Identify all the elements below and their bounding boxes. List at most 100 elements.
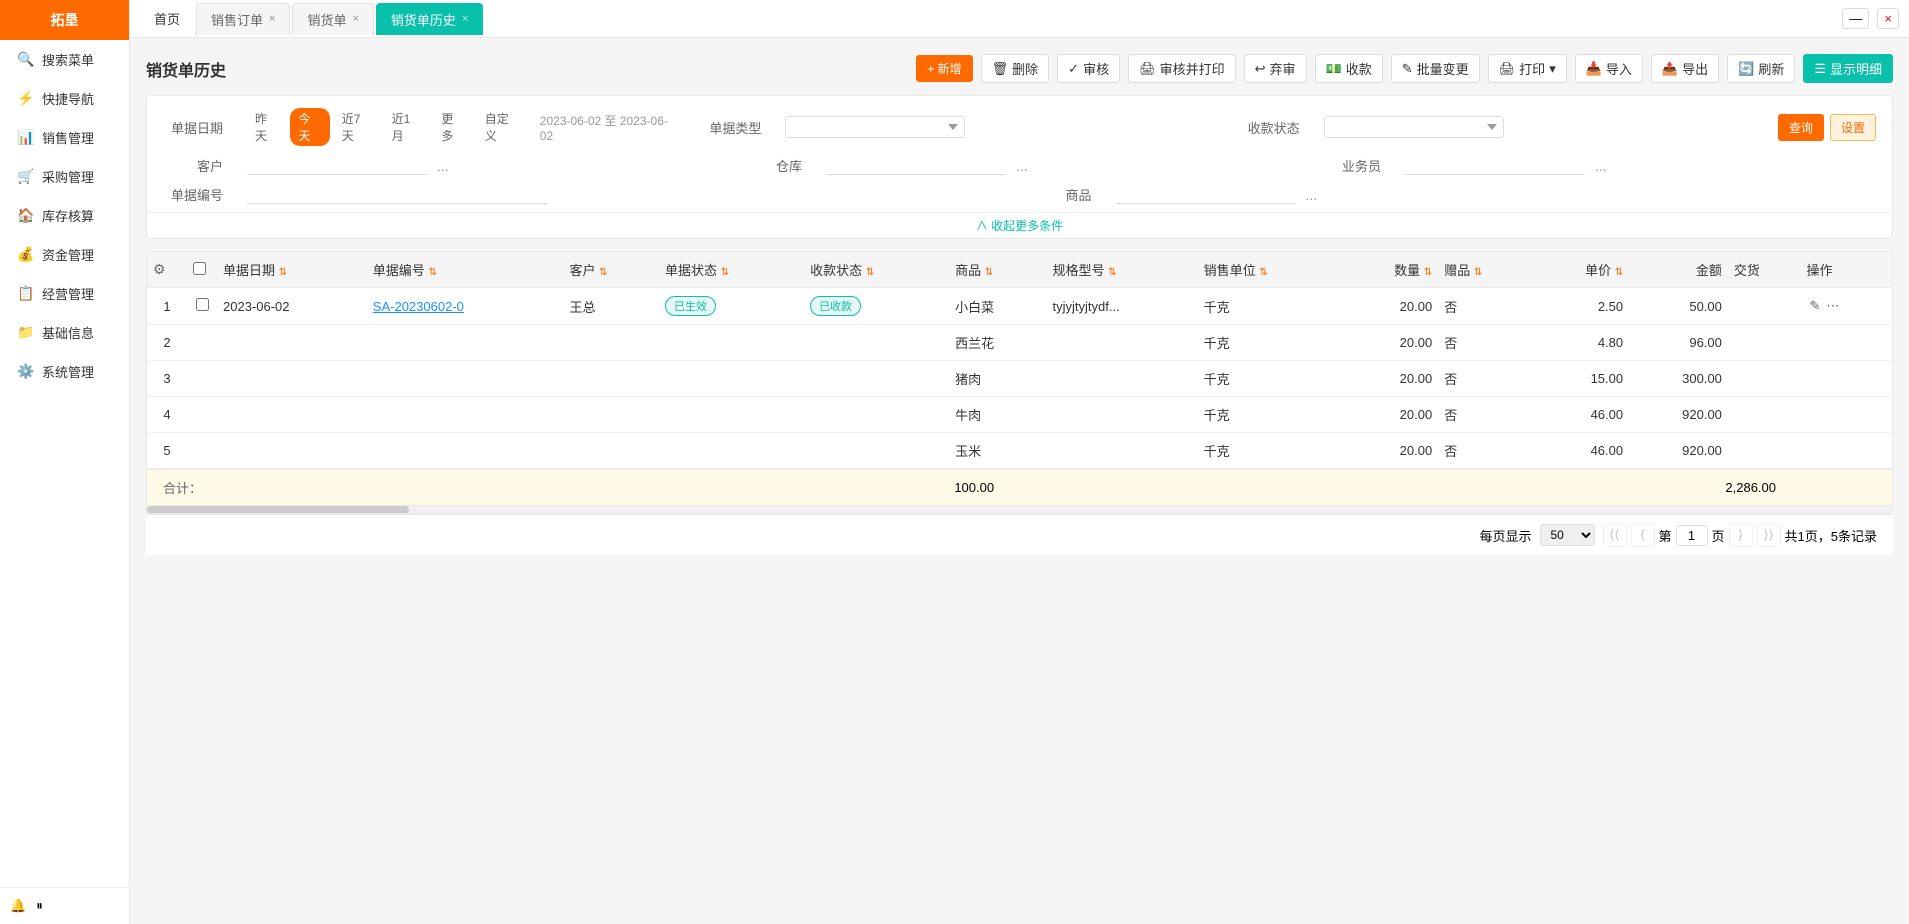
doc-type-select[interactable]: [785, 116, 965, 138]
customer-ellipsis[interactable]: ...: [433, 158, 453, 174]
cell-goods-3: 牛肉: [949, 397, 1046, 433]
sidebar-item-finance-mgmt[interactable]: 💰 资金管理: [0, 235, 129, 274]
page-number-input[interactable]: [1676, 525, 1708, 546]
print-button[interactable]: 🖨 打印 ▾: [1488, 54, 1567, 83]
cell-qty-2: 20.00: [1343, 361, 1438, 397]
cell-qty-1: 20.00: [1343, 325, 1438, 361]
salesperson-control: ...: [1405, 156, 1876, 175]
col-doc-date[interactable]: 单据日期 ⇅: [217, 252, 367, 288]
sidebar-item-inventory[interactable]: 🏠 库存核算: [0, 196, 129, 235]
col-doc-no[interactable]: 单据编号 ⇅: [367, 252, 564, 288]
per-page-select[interactable]: 50 100: [1540, 524, 1595, 546]
pill-today[interactable]: 今天: [290, 108, 329, 146]
main-content: 首页 销售订单 × 销货单 × 销货单历史 × — × 销货单历史 + 新增 �: [130, 0, 1909, 924]
audit-button[interactable]: ✓ 审核: [1057, 54, 1120, 83]
sidebar-item-sales-mgmt[interactable]: 📊 销售管理: [0, 118, 129, 157]
tab-sales-delivery-close[interactable]: ×: [352, 13, 358, 25]
doc-number-input[interactable]: [247, 185, 547, 204]
col-unit-price[interactable]: 单价 ⇅: [1534, 252, 1629, 288]
batch-change-icon: ✎: [1402, 61, 1413, 77]
col-doc-status[interactable]: 单据状态 ⇅: [659, 252, 804, 288]
action-more-0[interactable]: ⋯: [1823, 298, 1842, 313]
table-settings-icon[interactable]: ⚙: [153, 261, 166, 277]
tab-sales-delivery[interactable]: 销货单 ×: [292, 3, 373, 35]
salesperson-ellipsis[interactable]: ...: [1591, 158, 1611, 174]
display-detail-button[interactable]: ☰ 显示明细: [1803, 54, 1893, 83]
cell-action-3: [1800, 397, 1892, 433]
pill-yesterday[interactable]: 昨天: [247, 108, 286, 146]
date-label: 单据日期: [163, 118, 223, 137]
col-payment-status[interactable]: 收款状态 ⇅: [804, 252, 949, 288]
customer-input[interactable]: [247, 156, 427, 175]
settings-button[interactable]: 设置: [1830, 114, 1876, 141]
abandon-button[interactable]: ↩ 弃审: [1244, 54, 1307, 83]
warehouse-input[interactable]: [826, 156, 1006, 175]
chart-icon: 📊: [18, 130, 34, 146]
batch-change-button[interactable]: ✎ 批量变更: [1391, 54, 1480, 83]
sidebar-item-system-mgmt[interactable]: ⚙️ 系统管理: [0, 352, 129, 391]
cell-customer-3: [564, 397, 659, 433]
tab-sales-order-label: 销售订单: [211, 10, 263, 29]
query-button[interactable]: 查询: [1778, 114, 1824, 141]
payment-status-select[interactable]: [1324, 116, 1504, 138]
col-customer[interactable]: 客户 ⇅: [564, 252, 659, 288]
pill-custom[interactable]: 自定义: [477, 108, 528, 146]
pause-icon[interactable]: ⏸: [36, 898, 43, 914]
cell-amount-0: 50.00: [1629, 288, 1728, 325]
pill-more[interactable]: 更多: [433, 108, 472, 146]
table-row: 1 2023-06-02 SA-20230602-0 王总 已生效 已收款 小白…: [147, 288, 1892, 325]
collect-button[interactable]: 💵 收款: [1315, 54, 1383, 83]
window-close-btn[interactable]: ×: [1877, 8, 1899, 29]
sidebar-label-search-menu: 搜索菜单: [42, 50, 94, 69]
cell-doc-date-1: [217, 325, 367, 361]
tab-sales-order[interactable]: 销售订单 ×: [196, 3, 290, 35]
warehouse-ellipsis[interactable]: ...: [1012, 158, 1032, 174]
sidebar-item-quick-nav[interactable]: ⚡ 快捷导航: [0, 79, 129, 118]
delete-icon: 🗑: [992, 61, 1009, 77]
page-first-btn[interactable]: ⟨⟨: [1603, 523, 1627, 547]
tab-home[interactable]: 首页: [140, 3, 194, 35]
audit-print-button[interactable]: 🖨 审核并打印: [1128, 54, 1236, 83]
page-next-btn[interactable]: ⟩: [1729, 523, 1753, 547]
page-prev-btn[interactable]: ⟨: [1631, 523, 1655, 547]
goods-input[interactable]: [1116, 185, 1296, 204]
salesperson-input[interactable]: [1405, 156, 1585, 175]
action-edit-0[interactable]: ✎: [1806, 298, 1823, 313]
col-spec-type[interactable]: 规格型号 ⇅: [1047, 252, 1198, 288]
window-minimize-btn[interactable]: —: [1842, 8, 1869, 29]
tab-sales-history[interactable]: 销货单历史 ×: [376, 3, 483, 35]
col-sales-unit[interactable]: 销售单位 ⇅: [1198, 252, 1343, 288]
goods-ellipsis[interactable]: ...: [1302, 187, 1322, 203]
notification-icon[interactable]: 🔔: [10, 898, 26, 914]
sidebar-item-basic-info[interactable]: 📁 基础信息: [0, 313, 129, 352]
cell-transaction-1: [1728, 325, 1801, 361]
row-checkbox-0[interactable]: [196, 298, 209, 311]
col-goods[interactable]: 商品 ⇅: [949, 252, 1046, 288]
refresh-button[interactable]: 🔄 刷新: [1727, 54, 1795, 83]
cell-checkbox-4: [187, 433, 217, 469]
sidebar-bottom: 🔔 ⏸: [0, 887, 129, 924]
pill-1month[interactable]: 近1月: [384, 108, 430, 146]
page-last-btn[interactable]: ⟩⟩: [1757, 523, 1781, 547]
sidebar-item-purchase-mgmt[interactable]: 🛒 采购管理: [0, 157, 129, 196]
doc-no-link-0[interactable]: SA-20230602-0: [373, 299, 464, 314]
collapse-toggle[interactable]: ∧ 收起更多条件: [147, 212, 1892, 238]
cell-gift-2: 否: [1438, 361, 1533, 397]
select-all-checkbox[interactable]: [193, 262, 206, 275]
col-qty[interactable]: 数量 ⇅: [1343, 252, 1438, 288]
scroll-thumb[interactable]: [147, 506, 409, 514]
import-button[interactable]: 📥 导入: [1575, 54, 1643, 83]
pill-7days[interactable]: 近7天: [334, 108, 380, 146]
tab-sales-order-close[interactable]: ×: [269, 13, 275, 25]
col-gift[interactable]: 赠品 ⇅: [1438, 252, 1533, 288]
sidebar-item-search-menu[interactable]: 🔍 搜索菜单: [0, 40, 129, 79]
tab-sales-history-close[interactable]: ×: [462, 13, 468, 25]
delete-button[interactable]: 🗑 删除: [981, 54, 1050, 83]
new-button[interactable]: + 新增: [916, 55, 972, 82]
payment-status-badge-0: 已收款: [810, 296, 861, 316]
sidebar-item-operation-mgmt[interactable]: 📋 经营管理: [0, 274, 129, 313]
cell-spec-3: [1047, 397, 1198, 433]
horizontal-scrollbar[interactable]: [147, 505, 1892, 513]
export-button[interactable]: 📤 导出: [1651, 54, 1719, 83]
display-detail-icon: ☰: [1814, 61, 1826, 77]
